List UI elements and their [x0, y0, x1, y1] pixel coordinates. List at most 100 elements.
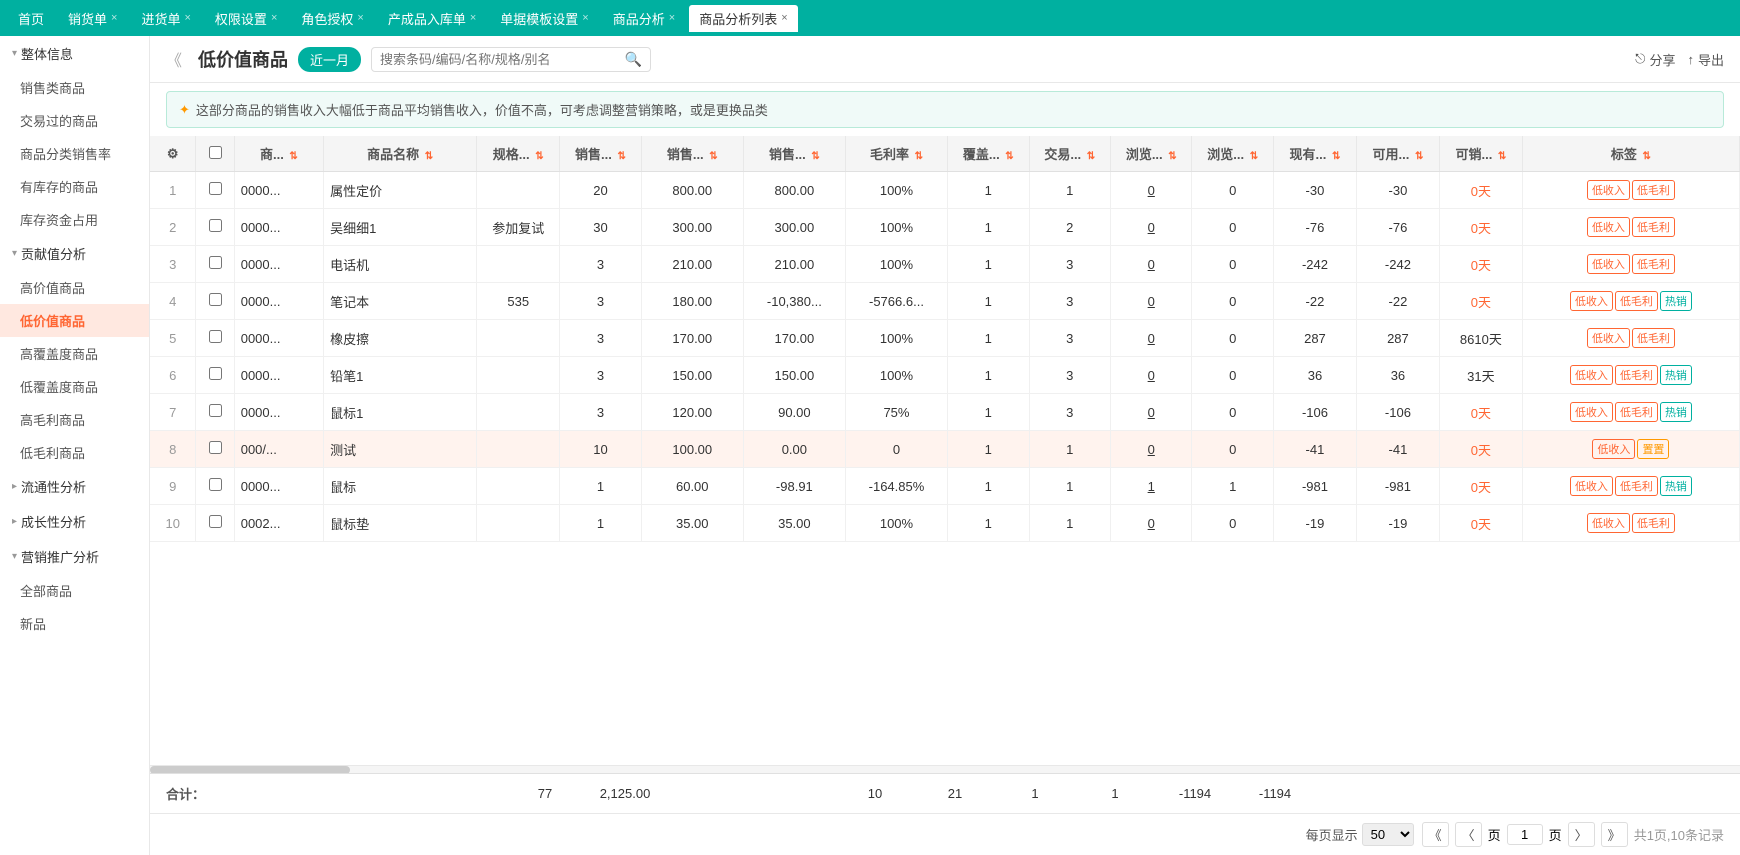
prev-page-button[interactable]: 〈 [1455, 822, 1482, 847]
td-checkbox[interactable] [196, 209, 234, 246]
th-tags[interactable]: 标签 ⇅ [1522, 136, 1739, 172]
th-view2[interactable]: 浏览... ⇅ [1192, 136, 1273, 172]
sidebar-item-stock-goods[interactable]: 有库存的商品 [0, 170, 149, 203]
close-icon[interactable]: × [582, 12, 588, 24]
td-view1[interactable]: 0 [1111, 209, 1192, 246]
row-checkbox[interactable] [209, 367, 222, 380]
th-sale2[interactable]: 销售... ⇅ [641, 136, 743, 172]
sidebar-item-high-margin[interactable]: 高毛利商品 [0, 403, 149, 436]
collapse-button[interactable]: 《 [166, 47, 182, 71]
td-checkbox[interactable] [196, 394, 234, 431]
th-sale1[interactable]: 销售... ⇅ [560, 136, 641, 172]
td-view1[interactable]: 0 [1111, 505, 1192, 542]
th-gross-rate[interactable]: 毛利率 ⇅ [845, 136, 947, 172]
sidebar-group-marketing[interactable]: ▾ 营销推广分析 [0, 539, 149, 574]
th-available[interactable]: 可用... ⇅ [1356, 136, 1439, 172]
table-container[interactable]: ⚙ 商... ⇅ 商品名称 ⇅ 规格... ⇅ 销售... ⇅ 销售... ⇅ … [150, 136, 1740, 765]
td-checkbox[interactable] [196, 246, 234, 283]
sidebar-group-contribution[interactable]: ▾ 贡献值分析 [0, 236, 149, 271]
nav-template[interactable]: 单据模板设置 × [490, 5, 598, 32]
th-name[interactable]: 商品名称 ⇅ [324, 136, 477, 172]
td-checkbox[interactable] [196, 357, 234, 394]
th-saleable[interactable]: 可销... ⇅ [1439, 136, 1522, 172]
row-checkbox[interactable] [209, 293, 222, 306]
td-view1[interactable]: 0 [1111, 172, 1192, 209]
row-checkbox[interactable] [209, 441, 222, 454]
td-view1[interactable]: 1 [1111, 468, 1192, 505]
th-cover[interactable]: 覆盖... ⇅ [948, 136, 1029, 172]
nav-role[interactable]: 角色授权 × [291, 5, 373, 32]
close-icon[interactable]: × [669, 12, 675, 24]
th-checkbox[interactable] [196, 136, 234, 172]
td-view1[interactable]: 0 [1111, 246, 1192, 283]
sidebar-item-new-goods[interactable]: 新品 [0, 607, 149, 640]
close-icon[interactable]: × [184, 12, 190, 24]
table-scrollbar[interactable] [150, 765, 1740, 773]
nav-sales[interactable]: 销货单 × [58, 5, 127, 32]
row-checkbox[interactable] [209, 256, 222, 269]
td-checkbox[interactable] [196, 505, 234, 542]
sidebar-item-low-value[interactable]: 低价值商品 [0, 304, 149, 337]
td-view1[interactable]: 0 [1111, 320, 1192, 357]
row-checkbox[interactable] [209, 404, 222, 417]
nav-analysis[interactable]: 商品分析 × [603, 5, 685, 32]
td-checkbox[interactable] [196, 431, 234, 468]
close-icon[interactable]: × [470, 12, 476, 24]
next-page-button[interactable]: 〉 [1568, 822, 1595, 847]
share-button[interactable]: ⎋ 分享 [1635, 50, 1675, 69]
view1-value[interactable]: 1 [1148, 479, 1155, 494]
row-checkbox[interactable] [209, 219, 222, 232]
row-checkbox[interactable] [209, 330, 222, 343]
sidebar-item-all-goods[interactable]: 全部商品 [0, 574, 149, 607]
row-checkbox[interactable] [209, 515, 222, 528]
td-checkbox[interactable] [196, 468, 234, 505]
td-view1[interactable]: 0 [1111, 394, 1192, 431]
view1-value[interactable]: 0 [1148, 294, 1155, 309]
th-code[interactable]: 商... ⇅ [234, 136, 323, 172]
sidebar-item-stock-capital[interactable]: 库存资金占用 [0, 203, 149, 236]
th-trade[interactable]: 交易... ⇅ [1029, 136, 1110, 172]
th-spec[interactable]: 规格... ⇅ [477, 136, 560, 172]
sidebar-item-high-value[interactable]: 高价值商品 [0, 271, 149, 304]
view1-value[interactable]: 0 [1148, 331, 1155, 346]
sidebar-item-low-cover[interactable]: 低覆盖度商品 [0, 370, 149, 403]
td-view1[interactable]: 0 [1111, 283, 1192, 320]
nav-permission[interactable]: 权限设置 × [205, 5, 287, 32]
nav-purchase[interactable]: 进货单 × [131, 5, 200, 32]
search-icon[interactable]: 🔍 [625, 51, 642, 68]
select-all-checkbox[interactable] [209, 146, 222, 159]
close-icon[interactable]: × [357, 12, 363, 24]
sidebar-group-growth[interactable]: ▸ 成长性分析 [0, 504, 149, 539]
row-checkbox[interactable] [209, 478, 222, 491]
first-page-button[interactable]: 《 [1422, 822, 1449, 847]
export-button[interactable]: ↑ 导出 [1687, 50, 1724, 69]
sidebar-item-category-rate[interactable]: 商品分类销售率 [0, 137, 149, 170]
close-icon[interactable]: × [271, 12, 277, 24]
close-icon[interactable]: × [781, 12, 787, 24]
view1-value[interactable]: 0 [1148, 516, 1155, 531]
view1-value[interactable]: 0 [1148, 368, 1155, 383]
th-sale3[interactable]: 销售... ⇅ [743, 136, 845, 172]
nav-analysis-list[interactable]: 商品分析列表 × [689, 5, 797, 32]
td-checkbox[interactable] [196, 283, 234, 320]
per-page-select[interactable]: 50 100 200 [1362, 823, 1414, 846]
sidebar-item-low-margin[interactable]: 低毛利商品 [0, 436, 149, 469]
td-checkbox[interactable] [196, 320, 234, 357]
page-number-input[interactable] [1507, 824, 1543, 845]
sidebar-group-overall[interactable]: ▾ 整体信息 [0, 36, 149, 71]
td-view1[interactable]: 0 [1111, 357, 1192, 394]
sidebar-item-traded-goods[interactable]: 交易过的商品 [0, 104, 149, 137]
nav-home[interactable]: 首页 [8, 5, 54, 32]
th-settings[interactable]: ⚙ [150, 136, 196, 172]
last-page-button[interactable]: 》 [1601, 822, 1628, 847]
sidebar-group-flow[interactable]: ▸ 流通性分析 [0, 469, 149, 504]
td-view1[interactable]: 0 [1111, 431, 1192, 468]
view1-value[interactable]: 0 [1148, 442, 1155, 457]
period-button[interactable]: 近一月 [298, 47, 361, 72]
row-checkbox[interactable] [209, 182, 222, 195]
td-checkbox[interactable] [196, 172, 234, 209]
th-current[interactable]: 现有... ⇅ [1273, 136, 1356, 172]
close-icon[interactable]: × [111, 12, 117, 24]
sidebar-item-sales-goods[interactable]: 销售类商品 [0, 71, 149, 104]
th-view1[interactable]: 浏览... ⇅ [1111, 136, 1192, 172]
